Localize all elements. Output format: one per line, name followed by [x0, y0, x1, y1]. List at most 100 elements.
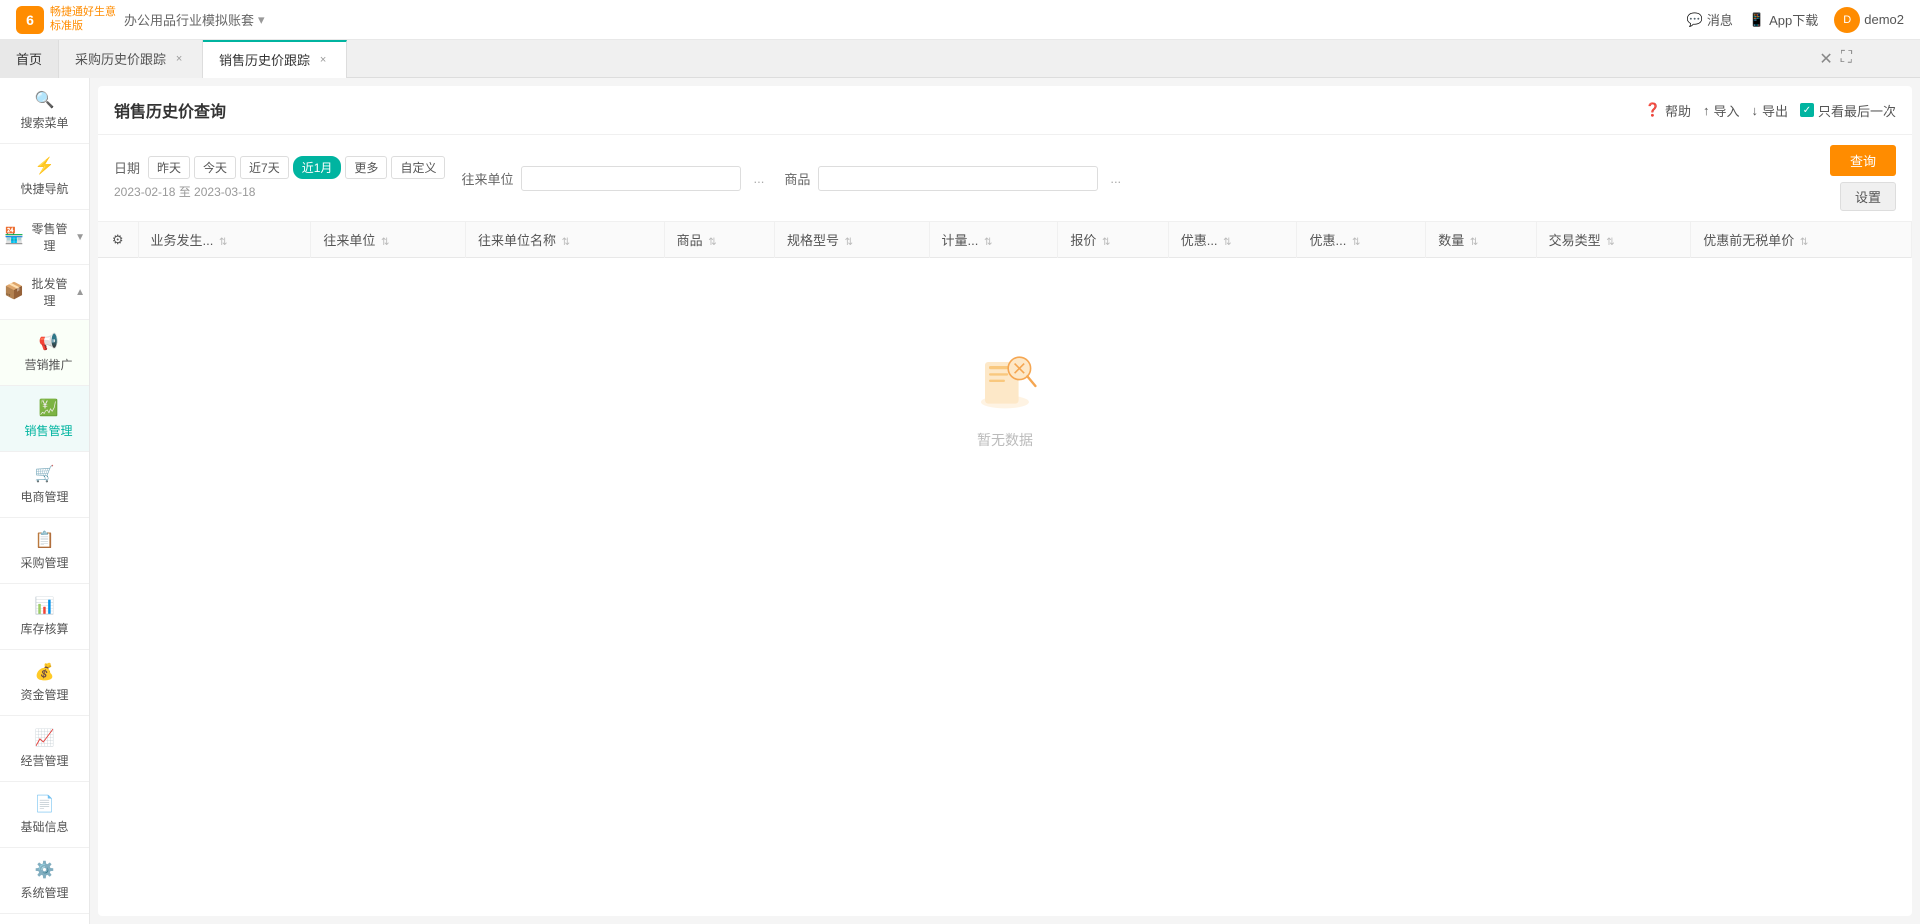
- sort-trade-type-icon: ⇅: [1606, 237, 1614, 248]
- top-bar-left: 6 畅捷通好生意 标准版 办公用品行业模拟账套 ▾: [16, 6, 265, 34]
- query-button[interactable]: 查询: [1830, 145, 1896, 176]
- wholesale-mgmt-icon: 📦: [4, 281, 24, 301]
- col-partner-code[interactable]: 往来单位 ⇅: [311, 222, 466, 258]
- sidebar-item-quick-nav[interactable]: ⚡ 快捷导航: [0, 144, 89, 210]
- table-settings-icon[interactable]: ⚙: [112, 232, 124, 247]
- help-button[interactable]: ❓ 帮助: [1645, 101, 1691, 120]
- logo-icon: 6: [16, 6, 44, 34]
- sort-partner-code-icon: ⇅: [381, 237, 389, 248]
- sort-biz-date-icon: ⇅: [219, 237, 227, 248]
- app-title[interactable]: 办公用品行业模拟账套 ▾: [124, 10, 265, 29]
- tab-home[interactable]: 首页: [0, 40, 59, 78]
- col-discount1[interactable]: 优惠... ⇅: [1168, 222, 1297, 258]
- tab-sales-history-close[interactable]: ×: [316, 53, 330, 67]
- import-icon: ↑: [1703, 103, 1710, 118]
- import-button[interactable]: ↑ 导入: [1703, 101, 1740, 120]
- inventory-check-icon: 📊: [35, 596, 55, 616]
- col-discount2[interactable]: 优惠... ⇅: [1297, 222, 1426, 258]
- date-btn-today[interactable]: 今天: [194, 156, 236, 179]
- wholesale-mgmt-arrow: ▲: [75, 287, 85, 298]
- sidebar-item-search-menu[interactable]: 🔍 搜索菜单: [0, 78, 89, 144]
- sort-goods-icon: ⇅: [708, 237, 716, 248]
- retail-mgmt-arrow: ▼: [75, 232, 85, 243]
- tab-purchase-history-close[interactable]: ×: [172, 52, 186, 66]
- partner-input[interactable]: [521, 166, 741, 191]
- purchase-mgmt-icon: 📋: [35, 530, 55, 550]
- col-pre-tax-price[interactable]: 优惠前无税单价 ⇅: [1691, 222, 1912, 258]
- sort-partner-name-icon: ⇅: [562, 237, 570, 248]
- sidebar-item-marketing[interactable]: 📢 营销推广: [0, 320, 89, 386]
- date-btn-more[interactable]: 更多: [345, 156, 387, 179]
- sort-price-icon: ⇅: [1102, 237, 1110, 248]
- goods-filter-group: 商品 ...: [784, 166, 1125, 191]
- retail-mgmt-icon: 🏪: [4, 226, 24, 246]
- col-partner-name[interactable]: 往来单位名称 ⇅: [465, 222, 664, 258]
- sort-discount2-icon: ⇅: [1352, 237, 1360, 248]
- sidebar-item-operations-mgmt[interactable]: 📈 经营管理: [0, 716, 89, 782]
- sidebar-item-finance-mgmt[interactable]: 💰 资金管理: [0, 650, 89, 716]
- partner-dots-button[interactable]: ...: [749, 171, 768, 186]
- sidebar-item-ecommerce-mgmt[interactable]: 🛒 电商管理: [0, 452, 89, 518]
- sidebar-item-system-mgmt[interactable]: ⚙️ 系统管理: [0, 848, 89, 914]
- col-price[interactable]: 报价 ⇅: [1058, 222, 1168, 258]
- tab-bar-actions: ✕ ⛶: [1819, 49, 1860, 69]
- message-button[interactable]: 💬 消息: [1687, 10, 1733, 29]
- tab-bar: 首页 采购历史价跟踪 × 销售历史价跟踪 × ✕ ⛶: [0, 40, 1920, 78]
- sidebar-item-inventory-check[interactable]: 📊 库存核算: [0, 584, 89, 650]
- goods-input[interactable]: [818, 166, 1098, 191]
- col-trade-type[interactable]: 交易类型 ⇅: [1536, 222, 1691, 258]
- sort-quantity-icon: ⇅: [1470, 237, 1478, 248]
- logo-text: 畅捷通好生意 标准版: [50, 6, 116, 32]
- marketing-icon: 📢: [39, 332, 59, 352]
- page-header: 销售历史价查询 ❓ 帮助 ↑ 导入 ↓ 导出 ✓: [98, 86, 1912, 135]
- page-title: 销售历史价查询: [114, 98, 226, 122]
- col-biz-date[interactable]: 业务发生... ⇅: [138, 222, 311, 258]
- user-menu[interactable]: D demo2: [1834, 7, 1904, 33]
- tab-purchase-history[interactable]: 采购历史价跟踪 ×: [59, 40, 203, 78]
- settings-button[interactable]: 设置: [1840, 182, 1896, 211]
- export-button[interactable]: ↓ 导出: [1751, 101, 1788, 120]
- sidebar: 🔍 搜索菜单 ⚡ 快捷导航 🏪 零售管理 ▼ 📦 批发管理 ▲ 📢 营销推广 💹…: [0, 78, 90, 924]
- page-content: 销售历史价查询 ❓ 帮助 ↑ 导入 ↓ 导出 ✓: [98, 86, 1912, 916]
- app-download-icon: 📱: [1749, 12, 1765, 28]
- message-icon: 💬: [1687, 12, 1703, 28]
- sidebar-item-retail-mgmt[interactable]: 🏪 零售管理 ▼: [0, 210, 89, 265]
- tab-close-all-button[interactable]: ✕: [1819, 49, 1832, 69]
- export-icon: ↓: [1751, 103, 1758, 118]
- table-header-row: ⚙ 业务发生... ⇅ 往来单位 ⇅ 往来单位名称: [98, 222, 1912, 258]
- title-dropdown-arrow: ▾: [258, 12, 265, 28]
- partner-filter-group: 往来单位 ...: [461, 166, 768, 191]
- col-quantity[interactable]: 数量 ⇅: [1426, 222, 1536, 258]
- tab-sales-history[interactable]: 销售历史价跟踪 ×: [203, 40, 347, 78]
- date-filter-group: 日期 昨天 今天 近7天 近1月 更多 自定义: [114, 156, 445, 179]
- basic-info-icon: 📄: [35, 794, 55, 814]
- col-unit[interactable]: 计量... ⇅: [929, 222, 1058, 258]
- only-last-checkbox[interactable]: ✓ 只看最后一次: [1800, 101, 1896, 120]
- sort-unit-icon: ⇅: [984, 237, 992, 248]
- col-settings[interactable]: ⚙: [98, 222, 138, 258]
- date-btn-custom[interactable]: 自定义: [391, 156, 445, 179]
- sidebar-item-purchase-mgmt[interactable]: 📋 采购管理: [0, 518, 89, 584]
- sidebar-item-wholesale-mgmt[interactable]: 📦 批发管理 ▲: [0, 265, 89, 320]
- ecommerce-mgmt-icon: 🛒: [35, 464, 55, 484]
- col-spec[interactable]: 规格型号 ⇅: [775, 222, 930, 258]
- date-btn-yesterday[interactable]: 昨天: [148, 156, 190, 179]
- sidebar-item-sales-mgmt[interactable]: 💹 销售管理: [0, 386, 89, 452]
- checkbox-check-icon: ✓: [1800, 103, 1814, 117]
- quick-nav-icon: ⚡: [35, 156, 55, 176]
- logo-area[interactable]: 6 畅捷通好生意 标准版: [16, 6, 116, 34]
- date-btn-7days[interactable]: 近7天: [240, 156, 289, 179]
- page-header-actions: ❓ 帮助 ↑ 导入 ↓ 导出 ✓ 只看最后一次: [1645, 101, 1896, 120]
- sidebar-item-basic-info[interactable]: 📄 基础信息: [0, 782, 89, 848]
- sidebar-item-enterprise-collab[interactable]: 🤝 企业协同: [0, 914, 89, 924]
- filter-bar: 日期 昨天 今天 近7天 近1月 更多 自定义 2023-02-18 至 202…: [98, 135, 1912, 222]
- date-buttons: 昨天 今天 近7天 近1月 更多 自定义: [148, 156, 445, 179]
- goods-dots-button[interactable]: ...: [1106, 171, 1125, 186]
- col-goods[interactable]: 商品 ⇅: [664, 222, 774, 258]
- system-mgmt-icon: ⚙️: [35, 860, 55, 880]
- date-btn-1month[interactable]: 近1月: [293, 156, 342, 179]
- tab-maximize-button[interactable]: ⛶: [1841, 49, 1852, 69]
- filter-date-group: 日期 昨天 今天 近7天 近1月 更多 自定义 2023-02-18 至 202…: [114, 156, 445, 200]
- sort-pre-tax-price-icon: ⇅: [1800, 237, 1808, 248]
- app-download-button[interactable]: 📱 App下载: [1749, 10, 1818, 29]
